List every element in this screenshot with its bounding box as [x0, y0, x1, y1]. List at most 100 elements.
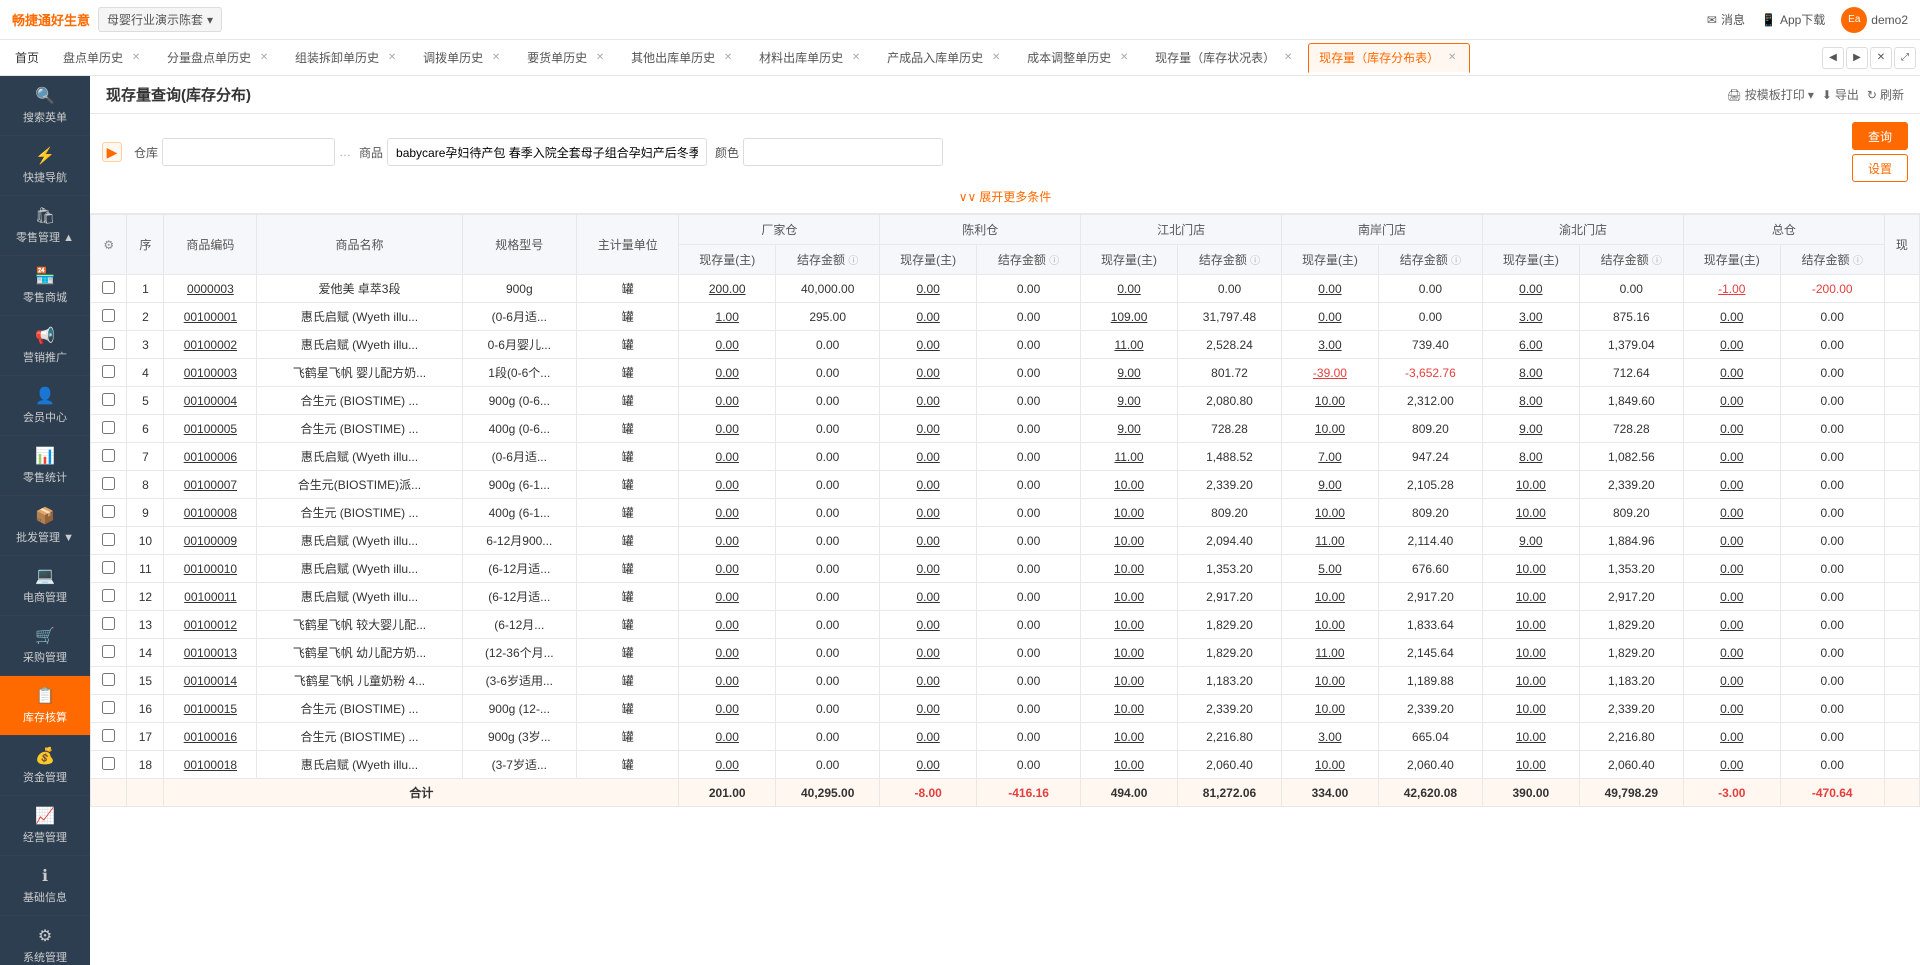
close-tab-cailiaochu[interactable]: ✕	[849, 51, 863, 65]
row-factory-qty[interactable]: 0.00	[679, 499, 776, 527]
color-input[interactable]	[743, 138, 943, 166]
row-factory-qty[interactable]: 1.00	[679, 303, 776, 331]
set-btn[interactable]: 设置	[1852, 154, 1908, 182]
row-factory-qty[interactable]: 0.00	[679, 527, 776, 555]
row-chenli-qty[interactable]: 0.00	[880, 471, 977, 499]
row-code[interactable]: 00100014	[164, 667, 257, 695]
row-yubei-qty[interactable]: 9.00	[1483, 527, 1580, 555]
row-chenli-qty[interactable]: 0.00	[880, 527, 977, 555]
row-code[interactable]: 00100010	[164, 555, 257, 583]
row-yubei-qty[interactable]: 10.00	[1483, 695, 1580, 723]
tab-xiancunfen[interactable]: 现存量（库存分布表） ✕	[1308, 43, 1470, 73]
row-jiangbei-qty[interactable]: 10.00	[1081, 751, 1178, 779]
row-jiangbei-qty[interactable]: 9.00	[1081, 387, 1178, 415]
row-jiangbei-qty[interactable]: 10.00	[1081, 555, 1178, 583]
row-yubei-qty[interactable]: 10.00	[1483, 583, 1580, 611]
th-gear[interactable]: ⚙	[91, 215, 127, 275]
row-checkbox[interactable]	[91, 611, 127, 639]
message-btn[interactable]: ✉ 消息	[1707, 11, 1745, 28]
tab-yaohuo[interactable]: 要货单历史 ✕	[516, 43, 618, 73]
row-code[interactable]: 00100007	[164, 471, 257, 499]
row-total-qty[interactable]: 0.00	[1683, 751, 1780, 779]
nav-expand[interactable]: ⤢	[1894, 47, 1916, 69]
row-chenli-qty[interactable]: 0.00	[880, 359, 977, 387]
row-nanan-qty[interactable]: 5.00	[1282, 555, 1379, 583]
row-nanan-qty[interactable]: -39.00	[1282, 359, 1379, 387]
row-factory-qty[interactable]: 0.00	[679, 331, 776, 359]
row-factory-qty[interactable]: 0.00	[679, 359, 776, 387]
row-jiangbei-qty[interactable]: 11.00	[1081, 443, 1178, 471]
row-factory-qty[interactable]: 0.00	[679, 415, 776, 443]
row-total-qty[interactable]: 0.00	[1683, 555, 1780, 583]
row-checkbox[interactable]	[91, 415, 127, 443]
sidebar-item-retail-shop[interactable]: 🏪 零售商城	[0, 256, 90, 316]
close-tab-diaobor[interactable]: ✕	[489, 51, 503, 65]
row-checkbox[interactable]	[91, 667, 127, 695]
row-chenli-qty[interactable]: 0.00	[880, 275, 977, 303]
row-jiangbei-qty[interactable]: 10.00	[1081, 639, 1178, 667]
row-factory-qty[interactable]: 0.00	[679, 751, 776, 779]
row-total-qty[interactable]: 0.00	[1683, 387, 1780, 415]
row-yubei-qty[interactable]: 9.00	[1483, 415, 1580, 443]
row-nanan-qty[interactable]: 10.00	[1282, 751, 1379, 779]
row-checkbox[interactable]	[91, 499, 127, 527]
row-total-qty[interactable]: 0.00	[1683, 667, 1780, 695]
refresh-btn[interactable]: ↻ 刷新	[1867, 86, 1904, 103]
row-jiangbei-qty[interactable]: 10.00	[1081, 583, 1178, 611]
sidebar-item-wholesale[interactable]: 📦 批发管理 ▼	[0, 496, 90, 556]
row-factory-qty[interactable]: 0.00	[679, 611, 776, 639]
sidebar-item-inventory[interactable]: 📋 库存核算	[0, 676, 90, 736]
row-code[interactable]: 00100015	[164, 695, 257, 723]
row-jiangbei-qty[interactable]: 10.00	[1081, 667, 1178, 695]
row-factory-qty[interactable]: 0.00	[679, 555, 776, 583]
sidebar-item-search[interactable]: 🔍 搜索英单	[0, 76, 90, 136]
close-tab-qitachuku[interactable]: ✕	[721, 51, 735, 65]
row-checkbox[interactable]	[91, 359, 127, 387]
row-checkbox[interactable]	[91, 723, 127, 751]
row-chenli-qty[interactable]: 0.00	[880, 723, 977, 751]
sidebar-item-retail-stats[interactable]: 📊 零售统计	[0, 436, 90, 496]
row-total-qty[interactable]: 0.00	[1683, 583, 1780, 611]
row-jiangbei-qty[interactable]: 10.00	[1081, 499, 1178, 527]
sidebar-item-quicknav[interactable]: ⚡ 快捷导航	[0, 136, 90, 196]
close-tab-fenpandian[interactable]: ✕	[257, 51, 271, 65]
row-factory-qty[interactable]: 0.00	[679, 443, 776, 471]
sidebar-item-marketing[interactable]: 📢 营销推广	[0, 316, 90, 376]
row-yubei-qty[interactable]: 3.00	[1483, 303, 1580, 331]
close-tab-chenben[interactable]: ✕	[1117, 51, 1131, 65]
filter-toggle[interactable]: ▶	[102, 142, 122, 162]
close-tab-yaohuo[interactable]: ✕	[593, 51, 607, 65]
row-total-qty[interactable]: 0.00	[1683, 639, 1780, 667]
tab-xiancunzhuang[interactable]: 现存量（库存状况表） ✕	[1144, 43, 1306, 73]
row-jiangbei-qty[interactable]: 10.00	[1081, 527, 1178, 555]
row-jiangbei-qty[interactable]: 10.00	[1081, 695, 1178, 723]
row-jiangbei-qty[interactable]: 10.00	[1081, 611, 1178, 639]
row-code[interactable]: 00100001	[164, 303, 257, 331]
row-factory-qty[interactable]: 0.00	[679, 667, 776, 695]
row-yubei-qty[interactable]: 10.00	[1483, 499, 1580, 527]
tab-chenben[interactable]: 成本调整单历史 ✕	[1016, 43, 1142, 73]
row-total-qty[interactable]: 0.00	[1683, 723, 1780, 751]
tab-pandian[interactable]: 盘点单历史 ✕	[52, 43, 154, 73]
nav-close-all[interactable]: ✕	[1870, 47, 1892, 69]
row-jiangbei-qty[interactable]: 9.00	[1081, 359, 1178, 387]
row-chenli-qty[interactable]: 0.00	[880, 751, 977, 779]
sidebar-item-retail-mgmt[interactable]: 🛍 零售管理 ▲	[0, 196, 90, 256]
row-total-qty[interactable]: 0.00	[1683, 331, 1780, 359]
print-btn[interactable]: 🖨 按模板打印 ▾	[1727, 86, 1814, 103]
row-yubei-qty[interactable]: 10.00	[1483, 751, 1580, 779]
tab-zuzhuang[interactable]: 组装拆卸单历史 ✕	[284, 43, 410, 73]
row-checkbox[interactable]	[91, 387, 127, 415]
tab-fenpandian[interactable]: 分量盘点单历史 ✕	[156, 43, 282, 73]
row-total-qty[interactable]: 0.00	[1683, 527, 1780, 555]
app-download-btn[interactable]: 📱 App下载	[1761, 11, 1825, 28]
nav-next[interactable]: ▶	[1846, 47, 1868, 69]
row-nanan-qty[interactable]: 0.00	[1282, 303, 1379, 331]
row-jiangbei-qty[interactable]: 109.00	[1081, 303, 1178, 331]
sidebar-item-ecommerce[interactable]: 💻 电商管理	[0, 556, 90, 616]
row-code[interactable]: 00100018	[164, 751, 257, 779]
tab-qitachuku[interactable]: 其他出库单历史 ✕	[620, 43, 746, 73]
row-total-qty[interactable]: 0.00	[1683, 611, 1780, 639]
row-total-qty[interactable]: 0.00	[1683, 695, 1780, 723]
row-yubei-qty[interactable]: 10.00	[1483, 611, 1580, 639]
